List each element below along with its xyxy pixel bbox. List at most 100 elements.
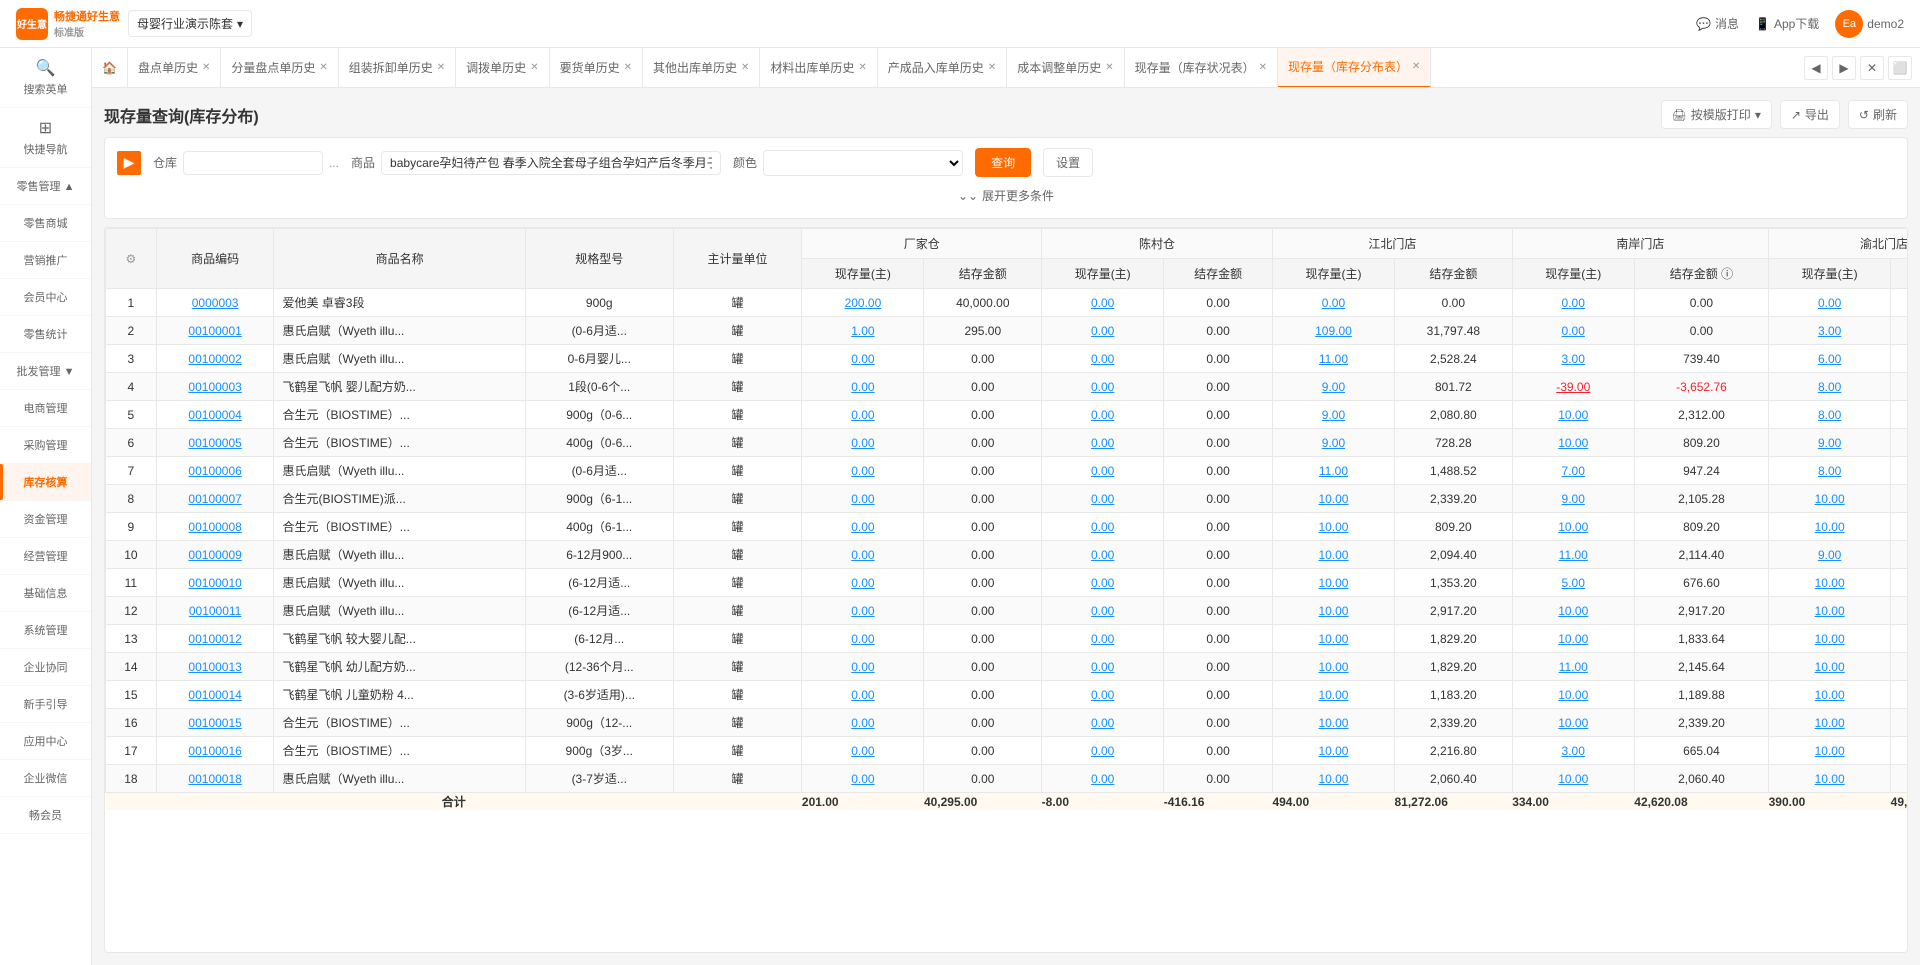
sidebar-item-purchase[interactable]: 采购管理: [0, 427, 91, 464]
na-qty-cell[interactable]: 10.00: [1512, 765, 1634, 793]
yb-qty-cell[interactable]: 8.00: [1769, 373, 1891, 401]
fac-qty-cell[interactable]: 0.00: [802, 765, 924, 793]
fac-qty-cell[interactable]: 0.00: [802, 485, 924, 513]
sidebar-item-retail[interactable]: 零售管理 ▲: [0, 168, 91, 205]
fac-qty-cell[interactable]: 0.00: [802, 401, 924, 429]
org-select[interactable]: 母婴行业演示陈套 ▾: [128, 10, 252, 37]
code-cell[interactable]: 00100007: [156, 485, 274, 513]
refresh-btn[interactable]: ↺ 刷新: [1848, 100, 1908, 129]
chen-qty-cell[interactable]: 0.00: [1042, 569, 1164, 597]
sidebar-item-system[interactable]: 系统管理: [0, 612, 91, 649]
tab-close-btn[interactable]: ✕: [858, 62, 866, 73]
tab-close-btn[interactable]: ✕: [202, 62, 210, 73]
tab-close-btn[interactable]: ✕: [437, 62, 445, 73]
jb-qty-cell[interactable]: 9.00: [1272, 429, 1394, 457]
chen-qty-cell[interactable]: 0.00: [1042, 373, 1164, 401]
yb-qty-cell[interactable]: 10.00: [1769, 597, 1891, 625]
na-qty-cell[interactable]: 3.00: [1512, 345, 1634, 373]
th-gear[interactable]: ⚙: [106, 229, 157, 289]
sidebar-item-wholesale[interactable]: 批发管理 ▼: [0, 353, 91, 390]
yb-qty-cell[interactable]: 9.00: [1769, 541, 1891, 569]
fac-qty-cell[interactable]: 0.00: [802, 681, 924, 709]
sidebar-item-ecommerce[interactable]: 电商管理: [0, 390, 91, 427]
fac-qty-cell[interactable]: 0.00: [802, 709, 924, 737]
tab-inventory-status[interactable]: 现存量（库存状况表） ✕: [1125, 48, 1278, 88]
chen-qty-cell[interactable]: 0.00: [1042, 457, 1164, 485]
na-qty-cell[interactable]: 10.00: [1512, 401, 1634, 429]
yb-qty-cell[interactable]: 3.00: [1769, 317, 1891, 345]
jb-qty-cell[interactable]: 11.00: [1272, 457, 1394, 485]
code-cell[interactable]: 00100015: [156, 709, 274, 737]
yb-qty-cell[interactable]: 10.00: [1769, 513, 1891, 541]
warehouse-more-btn[interactable]: ...: [329, 156, 339, 170]
na-qty-cell[interactable]: 10.00: [1512, 625, 1634, 653]
chen-qty-cell[interactable]: 0.00: [1042, 345, 1164, 373]
na-qty-cell[interactable]: 7.00: [1512, 457, 1634, 485]
fac-qty-cell[interactable]: 0.00: [802, 345, 924, 373]
na-qty-cell[interactable]: 0.00: [1512, 317, 1634, 345]
sidebar-item-marketing[interactable]: 营销推广: [0, 242, 91, 279]
jb-qty-cell[interactable]: 10.00: [1272, 597, 1394, 625]
jb-qty-cell[interactable]: 9.00: [1272, 401, 1394, 429]
chen-qty-cell[interactable]: 0.00: [1042, 681, 1164, 709]
sidebar-item-apps[interactable]: 应用中心: [0, 723, 91, 760]
code-cell[interactable]: 00100002: [156, 345, 274, 373]
chen-qty-cell[interactable]: 0.00: [1042, 765, 1164, 793]
tab-inventory-check-history[interactable]: 盘点单历史 ✕: [128, 48, 221, 88]
tab-close-btn[interactable]: ✕: [1105, 62, 1113, 73]
fac-qty-cell[interactable]: 0.00: [802, 737, 924, 765]
code-cell[interactable]: 00100001: [156, 317, 274, 345]
yb-qty-cell[interactable]: 6.00: [1769, 345, 1891, 373]
sidebar-item-base[interactable]: 基础信息: [0, 575, 91, 612]
yb-qty-cell[interactable]: 8.00: [1769, 457, 1891, 485]
code-cell[interactable]: 00100006: [156, 457, 274, 485]
code-cell[interactable]: 00100012: [156, 625, 274, 653]
na-qty-cell[interactable]: 10.00: [1512, 513, 1634, 541]
sidebar-item-wechat[interactable]: 企业微信: [0, 760, 91, 797]
code-cell[interactable]: 00100009: [156, 541, 274, 569]
jb-qty-cell[interactable]: 10.00: [1272, 653, 1394, 681]
chen-qty-cell[interactable]: 0.00: [1042, 737, 1164, 765]
fac-qty-cell[interactable]: 0.00: [802, 653, 924, 681]
tab-close-btn[interactable]: ✕: [1412, 61, 1420, 72]
code-cell[interactable]: 0000003: [156, 289, 274, 317]
code-cell[interactable]: 00100014: [156, 681, 274, 709]
chen-qty-cell[interactable]: 0.00: [1042, 513, 1164, 541]
chen-qty-cell[interactable]: 0.00: [1042, 709, 1164, 737]
fac-qty-cell[interactable]: 0.00: [802, 541, 924, 569]
tab-next-btn[interactable]: ▶: [1832, 56, 1856, 80]
tab-material-out-history[interactable]: 材料出库单历史 ✕: [760, 48, 877, 88]
jb-qty-cell[interactable]: 10.00: [1272, 709, 1394, 737]
na-qty-cell[interactable]: 10.00: [1512, 429, 1634, 457]
tab-order-history[interactable]: 要货单历史 ✕: [550, 48, 643, 88]
na-qty-cell[interactable]: 11.00: [1512, 653, 1634, 681]
user-menu[interactable]: Ea demo2: [1835, 10, 1904, 38]
tab-close-btn[interactable]: ✕: [530, 62, 538, 73]
chen-qty-cell[interactable]: 0.00: [1042, 597, 1164, 625]
fac-qty-cell[interactable]: 0.00: [802, 513, 924, 541]
settings-btn[interactable]: 设置: [1043, 148, 1093, 177]
jb-qty-cell[interactable]: 10.00: [1272, 737, 1394, 765]
code-cell[interactable]: 00100013: [156, 653, 274, 681]
fac-qty-cell[interactable]: 1.00: [802, 317, 924, 345]
search-btn[interactable]: 查询: [975, 148, 1031, 177]
yb-qty-cell[interactable]: 10.00: [1769, 681, 1891, 709]
tab-cost-adjust-history[interactable]: 成本调整单历史 ✕: [1007, 48, 1124, 88]
jb-qty-cell[interactable]: 9.00: [1272, 373, 1394, 401]
jb-qty-cell[interactable]: 10.00: [1272, 485, 1394, 513]
yb-qty-cell[interactable]: 10.00: [1769, 737, 1891, 765]
app-download-btn[interactable]: 📱 App下载: [1755, 15, 1819, 32]
tab-close-btn[interactable]: ✕: [624, 62, 632, 73]
fac-qty-cell[interactable]: 200.00: [802, 289, 924, 317]
na-qty-cell[interactable]: 5.00: [1512, 569, 1634, 597]
chen-qty-cell[interactable]: 0.00: [1042, 429, 1164, 457]
na-qty-cell[interactable]: 9.00: [1512, 485, 1634, 513]
jb-qty-cell[interactable]: 10.00: [1272, 765, 1394, 793]
yb-qty-cell[interactable]: 8.00: [1769, 401, 1891, 429]
jb-qty-cell[interactable]: 10.00: [1272, 681, 1394, 709]
sidebar-item-retail-shop[interactable]: 零售商城: [0, 205, 91, 242]
expand-btn[interactable]: ⌄⌄ 展开更多条件: [950, 183, 1062, 208]
yb-qty-cell[interactable]: 10.00: [1769, 765, 1891, 793]
na-qty-cell[interactable]: 10.00: [1512, 597, 1634, 625]
jb-qty-cell[interactable]: 10.00: [1272, 513, 1394, 541]
